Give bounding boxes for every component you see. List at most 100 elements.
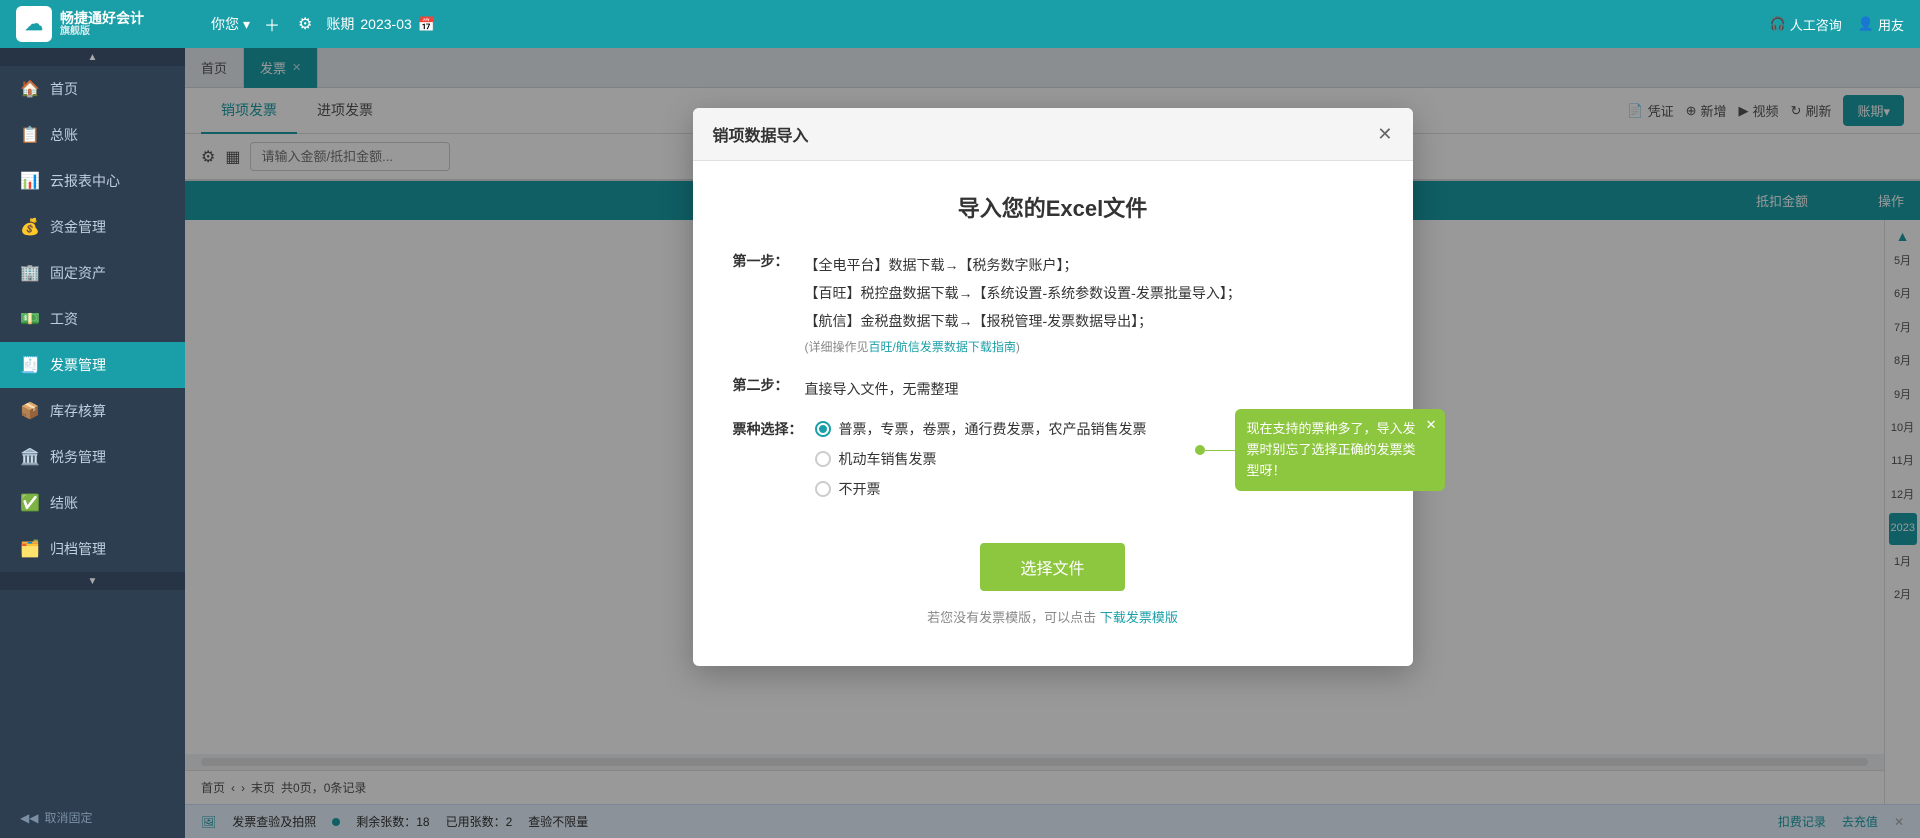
ticket-select-label: 票种选择： xyxy=(733,419,803,439)
sidebar-scroll-up[interactable]: ▲ xyxy=(0,48,185,66)
sidebar-label-invoice: 发票管理 xyxy=(50,355,106,375)
period-value: 2023-03 xyxy=(360,16,411,32)
radio-label-normal: 普票，专票，卷票，通行费发票，农产品销售发票 xyxy=(839,419,1147,439)
import-title: 导入您的Excel文件 xyxy=(733,191,1373,223)
headphone-icon: 🎧 xyxy=(1770,16,1786,32)
template-hint-text: 若您没有发票模版，可以点击 xyxy=(927,610,1096,625)
tooltip-bubble: 现在支持的票种多了，导入发票时别忘了选择正确的发票类型呀！ ✕ xyxy=(1235,409,1445,491)
step1-content: 【全电平台】数据下载→【税务数字账户】； 【百旺】税控盘数据下载→【系统设置-系… xyxy=(805,251,1241,359)
user-btn[interactable]: 👤 用友 xyxy=(1858,15,1904,34)
step2-label: 第二步： xyxy=(733,375,793,403)
main-layout: ▲ 🏠 首页 📋 总账 📊 云报表中心 💰 资金管理 🏢 固定资产 xyxy=(0,48,1920,838)
company-name: 你您 xyxy=(211,14,239,34)
settings-button[interactable]: ⚙ xyxy=(294,10,316,38)
sidebar-label-asset: 固定资产 xyxy=(50,263,106,283)
user-label: 用友 xyxy=(1878,15,1904,34)
step1-hint: (详细操作见百旺/航信发票数据下载指南) xyxy=(805,335,1241,359)
sidebar-label-tax: 税务管理 xyxy=(50,447,106,467)
tooltip-close-btn[interactable]: ✕ xyxy=(1426,415,1437,436)
radio-no-ticket[interactable]: 不开票 xyxy=(815,479,1147,499)
sidebar-label-ledger: 总账 xyxy=(50,125,78,145)
salary-icon: 💵 xyxy=(20,309,40,329)
sidebar-item-report[interactable]: 📊 云报表中心 xyxy=(0,158,185,204)
radio-label-no-ticket: 不开票 xyxy=(839,479,881,499)
radio-dot-normal xyxy=(819,425,827,433)
pin-icon: ◀◀ xyxy=(20,811,38,825)
sidebar-label-report: 云报表中心 xyxy=(50,171,120,191)
sidebar-item-archive[interactable]: 🗂️ 归档管理 xyxy=(0,526,185,572)
radio-normal[interactable]: 普票，专票，卷票，通行费发票，农产品销售发票 xyxy=(815,419,1147,439)
download-template-link[interactable]: 下载发票模版 xyxy=(1100,610,1178,625)
home-icon: 🏠 xyxy=(20,79,40,99)
inventory-icon: 📦 xyxy=(20,401,40,421)
sidebar-item-fund[interactable]: 💰 资金管理 xyxy=(0,204,185,250)
sidebar-item-invoice[interactable]: 🧾 发票管理 xyxy=(0,342,185,388)
logo-sub: 旗舰版 xyxy=(60,26,144,38)
step1-row: 第一步： 【全电平台】数据下载→【税务数字账户】； 【百旺】税控盘数据下载→【系… xyxy=(733,251,1373,359)
sidebar-item-home[interactable]: 🏠 首页 xyxy=(0,66,185,112)
step1-line1: 【全电平台】数据下载→【税务数字账户】； xyxy=(805,251,1241,279)
tooltip-text: 现在支持的票种多了，导入发票时别忘了选择正确的发票类型呀！ xyxy=(1247,421,1416,478)
sidebar-item-asset[interactable]: 🏢 固定资产 xyxy=(0,250,185,296)
sidebar-item-salary[interactable]: 💵 工资 xyxy=(0,296,185,342)
radio-group: 普票，专票，卷票，通行费发票，农产品销售发票 现在支持的票 xyxy=(815,419,1147,499)
sidebar-item-inventory[interactable]: 📦 库存核算 xyxy=(0,388,185,434)
content-area: 首页 发票 ✕ 销项发票 进项发票 xyxy=(185,48,1920,838)
settlement-icon: ✅ xyxy=(20,493,40,513)
sidebar-label-inventory: 库存核算 xyxy=(50,401,106,421)
sidebar-footer-label: 取消固定 xyxy=(44,809,92,826)
archive-icon: 🗂️ xyxy=(20,539,40,559)
modal-header: 销项数据导入 ✕ xyxy=(693,108,1413,161)
radio-wrapper-normal: 普票，专票，卷票，通行费发票，农产品销售发票 现在支持的票 xyxy=(815,419,1147,439)
sidebar-scroll-down[interactable]: ▼ xyxy=(0,572,185,590)
sidebar-label-settlement: 结账 xyxy=(50,493,78,513)
logo-text: 畅捷通好会计 旗舰版 xyxy=(60,10,144,39)
logo-icon: ☁ xyxy=(16,6,52,42)
user-icon: 👤 xyxy=(1858,16,1874,32)
sidebar-footer[interactable]: ◀◀ 取消固定 xyxy=(0,797,185,838)
tax-icon: 🏛️ xyxy=(20,447,40,467)
radio-circle-no-ticket[interactable] xyxy=(815,481,831,497)
invoice-icon: 🧾 xyxy=(20,355,40,375)
radio-label-motor: 机动车销售发票 xyxy=(839,449,937,469)
sidebar-label-fund: 资金管理 xyxy=(50,217,106,237)
template-hint: 若您没有发票模版，可以点击 下载发票模版 xyxy=(733,607,1373,626)
consulting-label: 人工咨询 xyxy=(1790,15,1842,34)
sidebar-item-settlement[interactable]: ✅ 结账 xyxy=(0,480,185,526)
ticket-select-row: 票种选择： 普票，专票，卷票，通行费发票，农产品销售发票 xyxy=(733,419,1373,523)
tooltip-container: 现在支持的票种多了，导入发票时别忘了选择正确的发票类型呀！ ✕ xyxy=(1195,409,1445,491)
sidebar-item-tax[interactable]: 🏛️ 税务管理 xyxy=(0,434,185,480)
radio-circle-normal[interactable] xyxy=(815,421,831,437)
step1-guide-link[interactable]: 百旺/航信发票数据下载指南 xyxy=(869,340,1016,354)
fund-icon: 💰 xyxy=(20,217,40,237)
radio-circle-motor[interactable] xyxy=(815,451,831,467)
period-label: 账期 xyxy=(326,14,354,34)
radio-motor[interactable]: 机动车销售发票 xyxy=(815,449,1147,469)
tooltip-line xyxy=(1205,450,1235,451)
step1-line3: 【航信】金税盘数据下载→【报税管理-发票数据导出】； xyxy=(805,307,1241,335)
modal-title: 销项数据导入 xyxy=(713,122,809,146)
asset-icon: 🏢 xyxy=(20,263,40,283)
add-button[interactable]: ＋ xyxy=(260,8,284,40)
header-right: 🎧 人工咨询 👤 用友 xyxy=(1770,15,1904,34)
step1-line2: 【百旺】税控盘数据下载→【系统设置-系统参数设置-发票批量导入】； xyxy=(805,279,1241,307)
top-header: ☁ 畅捷通好会计 旗舰版 你您 ▾ ＋ ⚙ 账期 2023-03 📅 🎧 人工咨… xyxy=(0,0,1920,48)
select-file-button[interactable]: 选择文件 xyxy=(980,543,1124,591)
sidebar-item-ledger[interactable]: 📋 总账 xyxy=(0,112,185,158)
header-company[interactable]: 你您 ▾ xyxy=(211,14,250,34)
dropdown-icon[interactable]: ▾ xyxy=(243,16,250,33)
tooltip-dot xyxy=(1195,445,1205,455)
modal-close-button[interactable]: ✕ xyxy=(1377,124,1392,145)
modal-body: 导入您的Excel文件 第一步： 【全电平台】数据下载→【税务数字账户】； 【百… xyxy=(693,161,1413,636)
calendar-icon[interactable]: 📅 xyxy=(418,16,435,33)
sidebar-label-salary: 工资 xyxy=(50,309,78,329)
logo-area: ☁ 畅捷通好会计 旗舰版 xyxy=(16,6,201,42)
sidebar-label-home: 首页 xyxy=(50,79,78,99)
sidebar: ▲ 🏠 首页 📋 总账 📊 云报表中心 💰 资金管理 🏢 固定资产 xyxy=(0,48,185,838)
step2-row: 第二步： 直接导入文件，无需整理 xyxy=(733,375,1373,403)
import-modal: 销项数据导入 ✕ 导入您的Excel文件 第一步： 【全电平台】数据下载→【税务… xyxy=(693,108,1413,666)
logo-main: 畅捷通好会计 xyxy=(60,10,144,27)
report-icon: 📊 xyxy=(20,171,40,191)
consulting-btn[interactable]: 🎧 人工咨询 xyxy=(1770,15,1842,34)
ledger-icon: 📋 xyxy=(20,125,40,145)
